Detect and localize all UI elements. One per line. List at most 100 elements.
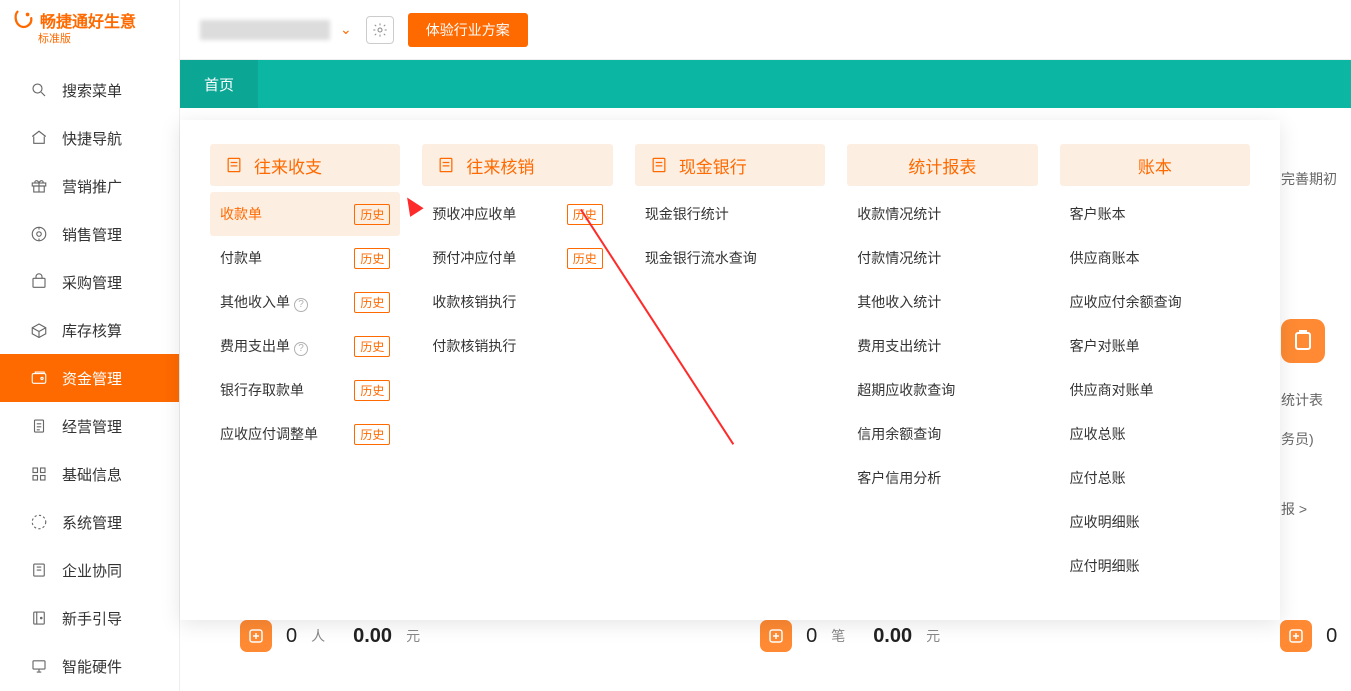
menu-item[interactable]: 信用余额查询 <box>847 412 1037 456</box>
logo: 畅捷通好生意 标准版 <box>0 0 179 60</box>
sidebar-item-wallet[interactable]: 资金管理 <box>0 354 179 402</box>
help-icon[interactable]: ? <box>294 342 308 356</box>
stat-count: 0 <box>1326 625 1337 648</box>
menu-item[interactable]: 费用支出单?历史 <box>210 324 400 368</box>
sidebar-item-tag[interactable]: 销售管理 <box>0 210 179 258</box>
menu-item[interactable]: 供应商账本 <box>1060 236 1250 280</box>
stat-block: 0笔0.00元 <box>760 620 940 652</box>
sidebar-item-board[interactable]: 企业协同 <box>0 546 179 594</box>
search-icon <box>30 81 48 99</box>
menu-item[interactable]: 预付冲应付单历史 <box>422 236 612 280</box>
history-link[interactable]: 历史 <box>354 204 390 225</box>
org-selector[interactable]: ⌄ <box>200 20 352 40</box>
menu-item-label: 客户对账单 <box>1070 336 1140 356</box>
menu-item-label: 应付明细账 <box>1070 556 1140 576</box>
sidebar-item-label: 销售管理 <box>62 224 122 245</box>
sidebar-item-label: 企业协同 <box>62 560 122 581</box>
peek-text-2: 统计表 <box>1281 381 1351 420</box>
sidebar-item-box[interactable]: 库存核算 <box>0 306 179 354</box>
history-link[interactable]: 历史 <box>354 336 390 357</box>
menu-item-label: 客户账本 <box>1070 204 1126 224</box>
stat-count-unit: 笔 <box>831 626 845 646</box>
settings-button[interactable] <box>366 16 394 44</box>
menu-item[interactable]: 应收总账 <box>1060 412 1250 456</box>
flyout-column-header: 统计报表 <box>847 144 1037 186</box>
sidebar-item-label: 基础信息 <box>62 464 122 485</box>
history-link[interactable]: 历史 <box>354 248 390 269</box>
menu-item-label: 付款情况统计 <box>857 248 941 268</box>
menu-item[interactable]: 应收应付调整单历史 <box>210 412 400 456</box>
menu-item[interactable]: 收款情况统计 <box>847 192 1037 236</box>
stat-icon <box>240 620 272 652</box>
sidebar-item-label: 智能硬件 <box>62 656 122 677</box>
column-title: 往来核销 <box>466 153 534 178</box>
sidebar-item-label: 新手引导 <box>62 608 122 629</box>
flyout-column-header: 往来核销 <box>422 144 612 186</box>
sidebar-item-grid[interactable]: 基础信息 <box>0 450 179 498</box>
sidebar-item-clipboard[interactable]: 经营管理 <box>0 402 179 450</box>
menu-item[interactable]: 其他收入统计 <box>847 280 1037 324</box>
menu-item[interactable]: 付款核销执行 <box>422 324 612 368</box>
menu-item[interactable]: 应收应付余额查询 <box>1060 280 1250 324</box>
trial-industry-button[interactable]: 体验行业方案 <box>408 13 528 47</box>
menu-item[interactable]: 应付总账 <box>1060 456 1250 500</box>
menu-item[interactable]: 超期应收款查询 <box>847 368 1037 412</box>
menu-item[interactable]: 费用支出统计 <box>847 324 1037 368</box>
menu-item-label: 费用支出统计 <box>857 336 941 356</box>
menu-item-label: 应收明细账 <box>1070 512 1140 532</box>
stat-icon <box>1280 620 1312 652</box>
chevron-down-icon: ⌄ <box>340 21 352 38</box>
dots-icon <box>30 513 48 531</box>
menu-item[interactable]: 其他收入单? 历史 <box>210 280 400 324</box>
sidebar-item-compass[interactable]: 快捷导航 <box>0 114 179 162</box>
sidebar-item-label: 搜索菜单 <box>62 80 122 101</box>
menu-item[interactable]: 客户账本 <box>1060 192 1250 236</box>
sidebar-item-label: 采购管理 <box>62 272 122 293</box>
menu-item-label: 超期应收款查询 <box>857 380 955 400</box>
menu-item[interactable]: 付款单历史 <box>210 236 400 280</box>
stat-block: 0人0.00元 <box>240 620 420 652</box>
flyout-column-header: 账本 <box>1060 144 1250 186</box>
menu-item[interactable]: 客户信用分析 <box>847 456 1037 500</box>
sidebar-item-tv[interactable]: 智能硬件 <box>0 642 179 690</box>
menu-item-label: 其他收入单? <box>220 292 308 312</box>
menu-item-label: 银行存取款单 <box>220 380 304 400</box>
menu-item[interactable]: 供应商对账单 <box>1060 368 1250 412</box>
grid-icon <box>30 465 48 483</box>
column-title: 现金银行 <box>679 153 747 178</box>
menu-item[interactable]: 现金银行流水查询 <box>635 236 825 280</box>
menu-item-label: 现金银行统计 <box>645 204 729 224</box>
history-link[interactable]: 历史 <box>567 248 603 269</box>
book-icon <box>30 609 48 627</box>
tab-home[interactable]: 首页 <box>180 60 258 108</box>
brand-logo-icon <box>12 9 34 31</box>
cart-icon <box>30 273 48 291</box>
sidebar-item-search[interactable]: 搜索菜单 <box>0 66 179 114</box>
menu-item[interactable]: 应收明细账 <box>1060 500 1250 544</box>
menu-item-label: 收款情况统计 <box>857 204 941 224</box>
menu-item[interactable]: 应付明细账 <box>1060 544 1250 588</box>
history-link[interactable]: 历史 <box>354 292 390 313</box>
sidebar-item-cart[interactable]: 采购管理 <box>0 258 179 306</box>
history-link[interactable]: 历史 <box>354 424 390 445</box>
compass-icon <box>30 129 48 147</box>
flyout-column-header: 往来收支 <box>210 144 400 186</box>
clip-icon[interactable] <box>1281 319 1325 363</box>
menu-item-label: 应收总账 <box>1070 424 1126 444</box>
menu-item[interactable]: 收款单历史 <box>210 192 400 236</box>
sidebar-item-dots[interactable]: 系统管理 <box>0 498 179 546</box>
clipboard-icon <box>30 417 48 435</box>
sidebar-item-gift[interactable]: 营销推广 <box>0 162 179 210</box>
brand-name: 畅捷通好生意 <box>40 8 136 32</box>
sidebar-item-book[interactable]: 新手引导 <box>0 594 179 642</box>
menu-item[interactable]: 客户对账单 <box>1060 324 1250 368</box>
help-icon[interactable]: ? <box>294 298 308 312</box>
menu-item[interactable]: 付款情况统计 <box>847 236 1037 280</box>
peek-text-4[interactable]: 报 > <box>1281 490 1351 529</box>
history-link[interactable]: 历史 <box>354 380 390 401</box>
stat-count: 0 <box>286 625 297 648</box>
menu-item-label: 付款核销执行 <box>432 336 516 356</box>
menu-item[interactable]: 现金银行统计 <box>635 192 825 236</box>
menu-item[interactable]: 银行存取款单 历史 <box>210 368 400 412</box>
menu-item[interactable]: 收款核销执行 <box>422 280 612 324</box>
